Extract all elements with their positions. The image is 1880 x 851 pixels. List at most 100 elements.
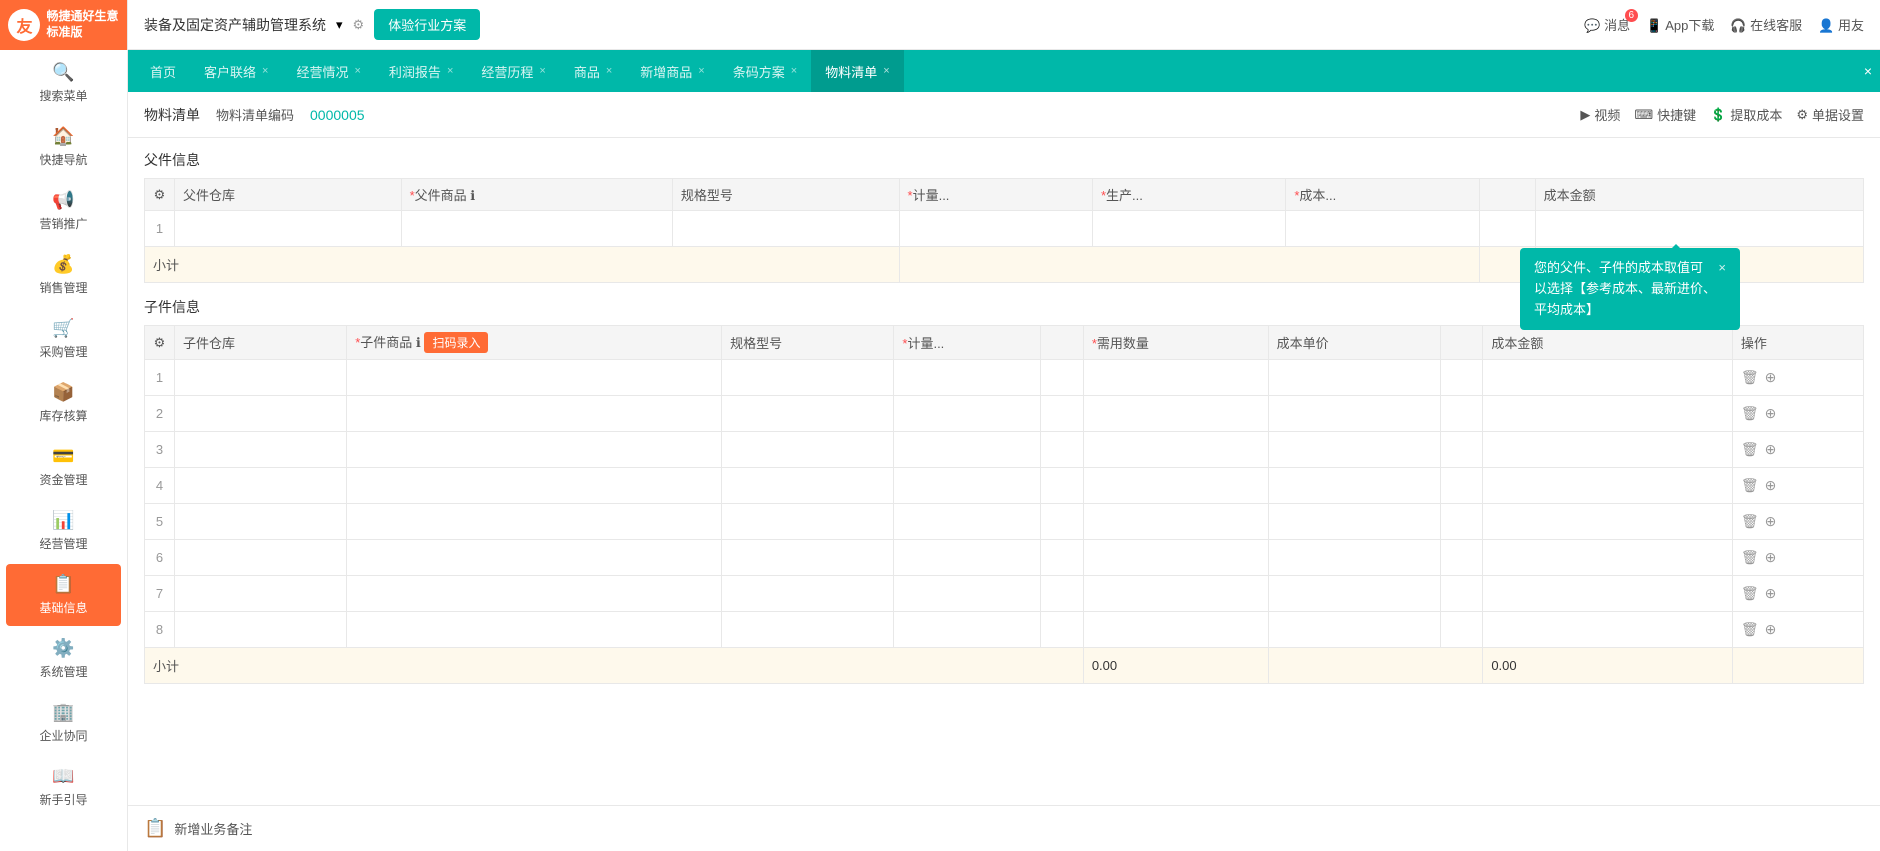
child-cell-spec-4[interactable] [722, 468, 894, 504]
parent-cell-produce-1[interactable] [1092, 211, 1285, 247]
sidebar-item-enterprise[interactable]: 🏢 企业协同 [6, 692, 121, 754]
child-col-gear[interactable]: ⚙ [145, 326, 175, 360]
parent-cell-warehouse-1[interactable] [175, 211, 402, 247]
child-cell-unit-7[interactable] [894, 576, 1041, 612]
message-btn[interactable]: 💬 消息 6 [1584, 15, 1630, 34]
nav-tab-close-goods[interactable]: × [606, 65, 612, 77]
child-cell-warehouse-4[interactable] [175, 468, 347, 504]
copy-icon-5[interactable]: ⊕ [1765, 513, 1777, 530]
sidebar-item-operations[interactable]: 📊 经营管理 [6, 500, 121, 562]
child-cell-unit-2[interactable] [894, 396, 1041, 432]
child-cell-goods-5[interactable] [347, 504, 722, 540]
child-cell-qty-8[interactable] [1083, 612, 1268, 648]
nav-close-btn[interactable]: × [1864, 63, 1872, 79]
child-cell-warehouse-6[interactable] [175, 540, 347, 576]
child-cell-goods-3[interactable] [347, 432, 722, 468]
delete-icon-6[interactable]: 🗑 [1741, 549, 1759, 566]
delete-icon-1[interactable]: 🗑 [1741, 369, 1759, 386]
child-cell-warehouse-7[interactable] [175, 576, 347, 612]
child-cell-goods-8[interactable] [347, 612, 722, 648]
child-cell-unit-4[interactable] [894, 468, 1041, 504]
child-cell-unitcost-6[interactable] [1268, 540, 1440, 576]
toolbar-btn-single_settings[interactable]: ⚙ 单据设置 [1796, 105, 1864, 124]
sidebar-item-purchase[interactable]: 🛒 采购管理 [6, 308, 121, 370]
delete-icon-8[interactable]: 🗑 [1741, 621, 1759, 638]
delete-icon-4[interactable]: 🗑 [1741, 477, 1759, 494]
child-cell-unit-1[interactable] [894, 360, 1041, 396]
child-cell-unit-3[interactable] [894, 432, 1041, 468]
delete-icon-5[interactable]: 🗑 [1741, 513, 1759, 530]
child-cell-unitcost-7[interactable] [1268, 576, 1440, 612]
toolbar-btn-extract_cost[interactable]: 💲 提取成本 [1710, 105, 1782, 124]
copy-icon-7[interactable]: ⊕ [1765, 585, 1777, 602]
child-cell-unitcost-5[interactable] [1268, 504, 1440, 540]
copy-icon-2[interactable]: ⊕ [1765, 405, 1777, 422]
child-cell-goods-6[interactable] [347, 540, 722, 576]
bottom-bar-text[interactable]: 新增业务备注 [174, 819, 252, 838]
nav-tab-close-new_goods[interactable]: × [698, 65, 704, 77]
child-cell-unit-8[interactable] [894, 612, 1041, 648]
child-cell-qty-3[interactable] [1083, 432, 1268, 468]
nav-tab-home[interactable]: 首页 [136, 50, 190, 92]
child-cell-spec-2[interactable] [722, 396, 894, 432]
child-cell-qty-6[interactable] [1083, 540, 1268, 576]
child-cell-spec-6[interactable] [722, 540, 894, 576]
copy-icon-4[interactable]: ⊕ [1765, 477, 1777, 494]
settings-icon[interactable]: ⚙ [353, 17, 365, 33]
child-cell-qty-1[interactable] [1083, 360, 1268, 396]
child-cell-qty-5[interactable] [1083, 504, 1268, 540]
nav-tab-new_goods[interactable]: 新增商品× [626, 50, 718, 92]
child-cell-spec-8[interactable] [722, 612, 894, 648]
nav-tab-customer[interactable]: 客户联络× [190, 50, 282, 92]
nav-tab-close-customer[interactable]: × [262, 65, 268, 77]
sidebar-item-sales[interactable]: 💰 销售管理 [6, 244, 121, 306]
parent-cell-unit-1[interactable] [899, 211, 1092, 247]
child-cell-warehouse-3[interactable] [175, 432, 347, 468]
nav-tab-close-bom[interactable]: × [883, 65, 889, 77]
sidebar-item-quicknav[interactable]: 🏠 快捷导航 [6, 116, 121, 178]
child-cell-spec-1[interactable] [722, 360, 894, 396]
child-cell-unitcost-8[interactable] [1268, 612, 1440, 648]
child-cell-warehouse-1[interactable] [175, 360, 347, 396]
nav-tab-close-operations[interactable]: × [354, 65, 360, 77]
scan-btn[interactable]: 扫码录入 [424, 332, 488, 353]
sidebar-item-newbie[interactable]: 📖 新手引导 [6, 756, 121, 818]
toolbar-btn-video[interactable]: ▶ 视频 [1580, 105, 1620, 124]
app-download-btn[interactable]: 📱 App下载 [1646, 15, 1714, 34]
copy-icon-1[interactable]: ⊕ [1765, 369, 1777, 386]
parent-col-gear[interactable]: ⚙ [145, 179, 175, 211]
nav-tab-close-barcode[interactable]: × [791, 65, 797, 77]
nav-tab-close-profit[interactable]: × [447, 65, 453, 77]
tooltip-close-btn[interactable]: × [1718, 258, 1726, 279]
delete-icon-7[interactable]: 🗑 [1741, 585, 1759, 602]
user-btn[interactable]: 👤 用友 [1818, 15, 1864, 34]
delete-icon-3[interactable]: 🗑 [1741, 441, 1759, 458]
nav-tab-bom[interactable]: 物料清单× [811, 50, 903, 92]
nav-tab-operations[interactable]: 经营情况× [282, 50, 374, 92]
nav-tab-close-history[interactable]: × [539, 65, 545, 77]
child-cell-spec-7[interactable] [722, 576, 894, 612]
copy-icon-8[interactable]: ⊕ [1765, 621, 1777, 638]
sidebar-item-system[interactable]: ⚙️ 系统管理 [6, 628, 121, 690]
child-cell-qty-4[interactable] [1083, 468, 1268, 504]
sidebar-item-marketing[interactable]: 📢 营销推广 [6, 180, 121, 242]
sidebar-item-inventory[interactable]: 📦 库存核算 [6, 372, 121, 434]
sidebar-item-search[interactable]: 🔍 搜索菜单 [6, 52, 121, 114]
child-cell-spec-5[interactable] [722, 504, 894, 540]
parent-cell-spec-1[interactable] [672, 211, 899, 247]
child-cell-unit-5[interactable] [894, 504, 1041, 540]
child-cell-unitcost-1[interactable] [1268, 360, 1440, 396]
trial-btn[interactable]: 体验行业方案 [374, 9, 480, 40]
child-cell-unitcost-3[interactable] [1268, 432, 1440, 468]
toolbar-btn-shortcut[interactable]: ⌨ 快捷键 [1634, 105, 1696, 124]
copy-icon-6[interactable]: ⊕ [1765, 549, 1777, 566]
child-cell-goods-4[interactable] [347, 468, 722, 504]
child-cell-unit-6[interactable] [894, 540, 1041, 576]
child-cell-unitcost-2[interactable] [1268, 396, 1440, 432]
child-cell-goods-1[interactable] [347, 360, 722, 396]
nav-tab-history[interactable]: 经营历程× [467, 50, 559, 92]
nav-tab-barcode[interactable]: 条码方案× [719, 50, 811, 92]
nav-tab-profit[interactable]: 利润报告× [375, 50, 467, 92]
child-cell-warehouse-2[interactable] [175, 396, 347, 432]
child-cell-unitcost-4[interactable] [1268, 468, 1440, 504]
